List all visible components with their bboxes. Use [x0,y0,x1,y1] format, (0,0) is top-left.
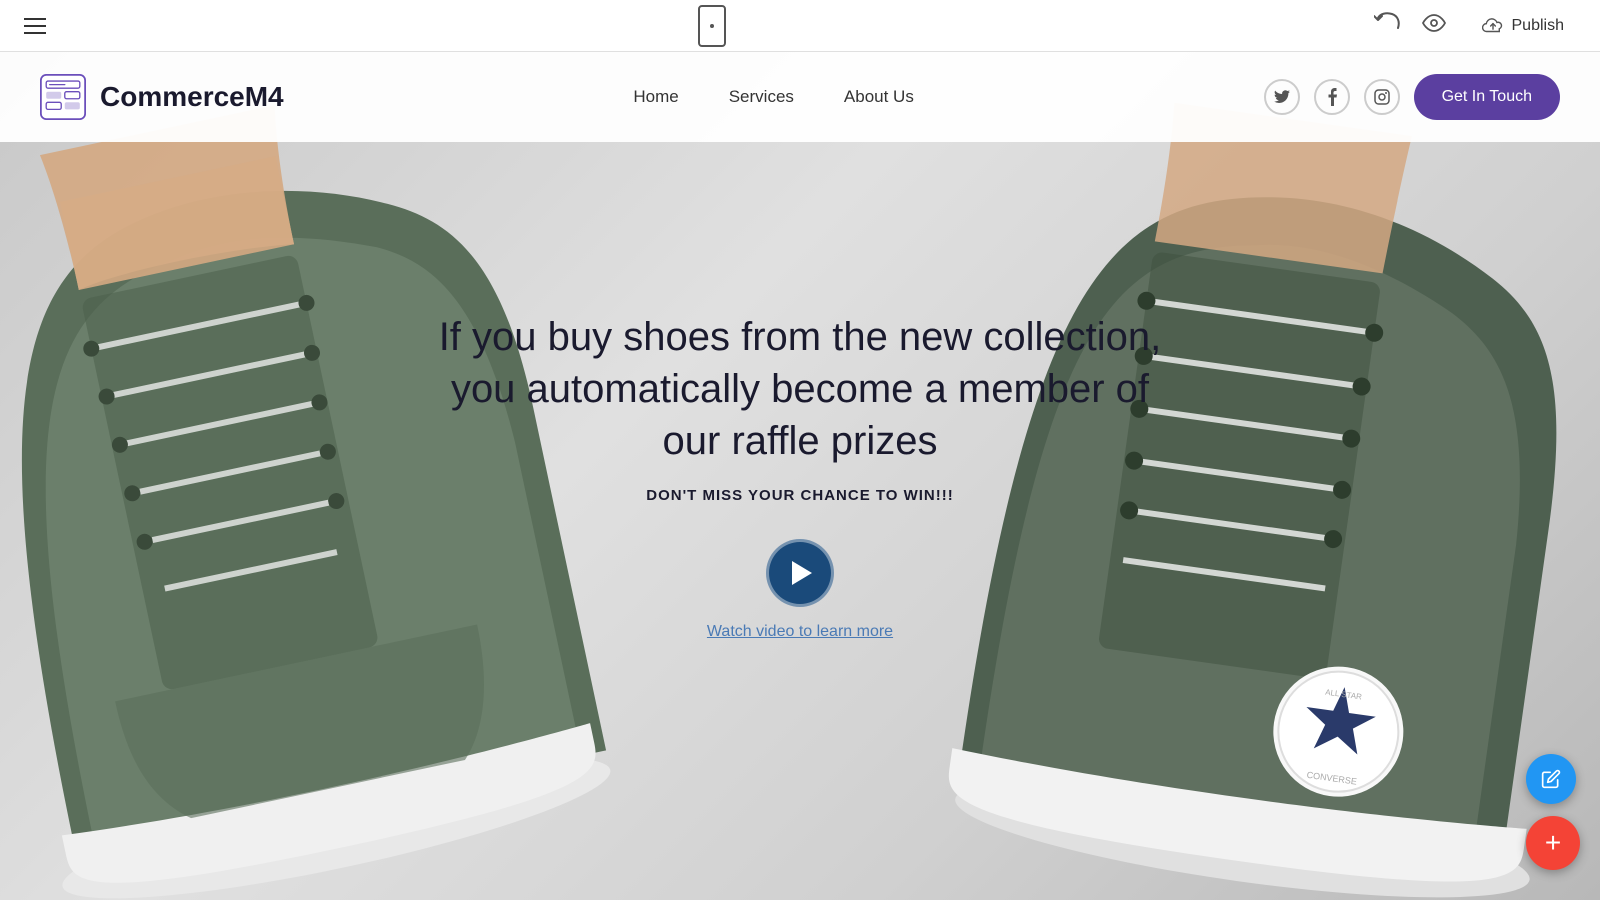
publish-label: Publish [1512,17,1564,35]
editor-toolbar: Publish [0,0,1600,52]
site-logo: CommerceM4 [40,74,284,120]
brand-name: CommerceM4 [100,81,284,113]
site-nav-actions: Get In Touch [1264,74,1560,120]
mobile-preview-button[interactable] [698,5,726,47]
instagram-button[interactable] [1364,79,1400,115]
hero-content: If you buy shoes from the new collection… [425,311,1175,641]
fab-edit-button[interactable] [1526,754,1576,804]
site-nav-links: Home Services About Us [633,87,913,107]
fab-add-button[interactable]: + [1526,816,1580,870]
fab-container: + [1526,754,1580,870]
website-preview: CONVERSE ALL STAR CommerceM4 [0,52,1600,900]
fab-add-icon: + [1545,827,1561,859]
undo-icon[interactable] [1374,12,1402,40]
hero-headline: If you buy shoes from the new collection… [425,311,1175,467]
preview-eye-icon[interactable] [1422,11,1446,40]
get-in-touch-button[interactable]: Get In Touch [1414,74,1560,120]
site-navbar: CommerceM4 Home Services About Us [0,52,1600,142]
watch-video-link[interactable]: Watch video to learn more [707,623,893,640]
toolbar-center [698,5,726,47]
toolbar-left [20,14,50,38]
video-play-button[interactable] [766,539,834,607]
hero-subheadline: DON'T MISS YOUR CHANCE TO WIN!!! [425,487,1175,504]
logo-icon [40,74,86,120]
play-icon [792,561,812,585]
nav-home[interactable]: Home [633,87,678,107]
nav-services[interactable]: Services [729,87,794,107]
toolbar-right: Publish [1374,9,1580,43]
hamburger-menu-icon[interactable] [20,14,50,38]
publish-button[interactable]: Publish [1466,9,1580,43]
twitter-button[interactable] [1264,79,1300,115]
nav-about-us[interactable]: About Us [844,87,914,107]
facebook-button[interactable] [1314,79,1350,115]
